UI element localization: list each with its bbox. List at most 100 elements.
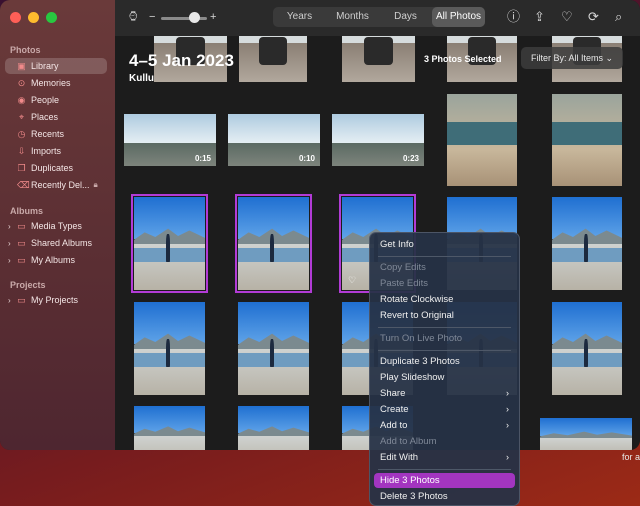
menu-item-label: Create	[380, 404, 409, 415]
menu-item-turn-on-live-photo: Turn On Live Photo	[380, 333, 463, 344]
sidebar-item-label: Recently Del...	[31, 180, 90, 190]
memories-icon: ⊙	[17, 77, 26, 88]
zoom-slider[interactable]	[161, 17, 207, 20]
folder-icon: ▭	[17, 220, 26, 231]
sidebar-item-my-projects[interactable]: › ▭ My Projects	[5, 292, 107, 308]
sidebar-item-library[interactable]: ▣ Library	[5, 58, 107, 74]
menu-item-add-to[interactable]: Add to ›	[374, 418, 515, 433]
sidebar-item-label: Media Types	[31, 221, 82, 231]
menu-separator	[378, 327, 511, 328]
photo-thumbnail-selected[interactable]	[235, 194, 312, 293]
sidebar-item-recently-deleted[interactable]: ⌫ Recently Del... 🔒︎	[5, 177, 107, 193]
photo-thumbnail[interactable]	[552, 94, 622, 186]
sidebar-section-photos: Photos	[10, 45, 41, 55]
chevron-right-icon: ›	[506, 452, 509, 462]
zoom-out-button[interactable]: −	[149, 9, 155, 25]
heart-icon[interactable]: ♡	[561, 9, 573, 25]
folder-icon: ▭	[17, 294, 26, 305]
search-icon[interactable]: ⌕	[615, 9, 622, 25]
chevron-right-icon: ›	[506, 388, 509, 398]
chevron-right-icon[interactable]: ›	[8, 296, 11, 305]
desktop-partial-text: for a	[621, 452, 640, 462]
close-button[interactable]	[10, 12, 21, 23]
menu-item-rotate-clockwise[interactable]: Rotate Clockwise	[374, 292, 515, 307]
video-duration: 0:15	[194, 154, 211, 163]
duplicates-icon: ❐	[17, 162, 26, 173]
minimize-button[interactable]	[28, 12, 39, 23]
menu-item-duplicate[interactable]: Duplicate 3 Photos	[374, 354, 515, 369]
photo-thumbnail[interactable]	[238, 406, 309, 450]
tab-years[interactable]: Years	[273, 7, 326, 27]
video-thumbnail[interactable]: 0:10	[228, 114, 320, 166]
filter-button[interactable]: Filter By: All Items ⌄	[521, 47, 623, 69]
lock-icon: 🔒︎	[93, 180, 98, 189]
view-segmented-control: Years Months Days All Photos	[273, 7, 485, 27]
context-menu: Get Info Copy Edits Paste Edits Rotate C…	[369, 232, 520, 506]
sidebar-item-label: Shared Albums	[31, 238, 93, 248]
photo-thumbnail[interactable]	[342, 36, 415, 82]
photo-thumbnail[interactable]	[134, 406, 205, 450]
zoom-slider-knob[interactable]	[189, 12, 200, 23]
slideshow-icon[interactable]: ⌚︎	[127, 9, 140, 25]
sidebar-item-label: My Projects	[31, 295, 79, 305]
tab-days[interactable]: Days	[379, 7, 432, 27]
folder-icon: ▭	[17, 237, 26, 248]
menu-item-play-slideshow[interactable]: Play Slideshow	[374, 370, 515, 385]
sidebar-item-memories[interactable]: ⊙ Memories	[5, 75, 107, 91]
photo-thumbnail[interactable]	[552, 197, 622, 290]
photos-window: Photos ▣ Library ⊙ Memories ◉ People ⌖ P…	[0, 0, 640, 450]
sidebar-item-my-albums[interactable]: › ▭ My Albums	[5, 252, 107, 268]
photo-thumbnail[interactable]	[540, 418, 632, 450]
sidebar-item-places[interactable]: ⌖ Places	[5, 109, 107, 125]
library-icon: ▣	[17, 60, 26, 71]
photo-thumbnail[interactable]	[134, 302, 205, 395]
location-label: Kullu	[129, 73, 154, 84]
chevron-right-icon[interactable]: ›	[8, 222, 11, 231]
menu-item-revert-to-original[interactable]: Revert to Original	[374, 308, 515, 323]
tab-months[interactable]: Months	[326, 7, 379, 27]
menu-item-edit-with[interactable]: Edit With ›	[374, 450, 515, 465]
sidebar-item-label: Library	[31, 61, 59, 71]
share-icon[interactable]: ⇪	[534, 9, 545, 25]
menu-separator	[378, 469, 511, 470]
traffic-lights	[10, 12, 57, 23]
photo-thumbnail[interactable]	[552, 302, 622, 395]
zoom-button[interactable]	[46, 12, 57, 23]
heart-icon[interactable]: ♡	[348, 275, 356, 286]
menu-item-hide-photos[interactable]: Hide 3 Photos	[374, 473, 515, 488]
chevron-right-icon[interactable]: ›	[8, 256, 11, 265]
sidebar-item-label: Memories	[31, 78, 71, 88]
sidebar-item-shared-albums[interactable]: › ▭ Shared Albums	[5, 235, 107, 251]
sidebar-item-label: Duplicates	[31, 163, 74, 173]
menu-item-get-info[interactable]: Get Info	[374, 237, 515, 252]
menu-item-create[interactable]: Create ›	[374, 402, 515, 417]
trash-icon: ⌫	[17, 179, 30, 190]
recents-icon: ◷	[17, 128, 26, 139]
video-thumbnail[interactable]: 0:15	[124, 114, 216, 166]
photo-thumbnail[interactable]	[447, 94, 517, 186]
photo-thumbnail[interactable]	[239, 36, 307, 82]
chevron-right-icon[interactable]: ›	[8, 239, 11, 248]
sidebar-section-projects: Projects	[10, 280, 46, 290]
video-duration: 0:23	[402, 154, 419, 163]
sidebar-item-label: Imports	[31, 146, 62, 156]
tab-all-photos[interactable]: All Photos	[432, 7, 485, 27]
video-thumbnail[interactable]: 0:23	[332, 114, 424, 166]
menu-item-add-to-album: Add to Album	[380, 436, 437, 447]
imports-icon: ⇩	[17, 145, 26, 156]
menu-separator	[378, 256, 511, 257]
sidebar-item-media-types[interactable]: › ▭ Media Types	[5, 218, 107, 234]
sidebar-item-recents[interactable]: ◷ Recents	[5, 126, 107, 142]
info-icon[interactable]: ⓘ	[507, 9, 520, 25]
photo-thumbnail[interactable]	[238, 302, 309, 395]
menu-item-share[interactable]: Share ›	[374, 386, 515, 401]
sidebar-item-duplicates[interactable]: ❐ Duplicates	[5, 160, 107, 176]
toolbar: ⌚︎ − + Years Months Days All Photos ⓘ ⇪ …	[115, 0, 640, 36]
sidebar-item-label: People	[31, 95, 60, 105]
sidebar-item-people[interactable]: ◉ People	[5, 92, 107, 108]
menu-item-delete-photos[interactable]: Delete 3 Photos	[374, 489, 515, 504]
photo-thumbnail-selected[interactable]	[131, 194, 208, 293]
zoom-in-button[interactable]: +	[210, 9, 216, 25]
sidebar-item-imports[interactable]: ⇩ Imports	[5, 143, 107, 159]
rotate-icon[interactable]: ⟳	[588, 9, 599, 25]
